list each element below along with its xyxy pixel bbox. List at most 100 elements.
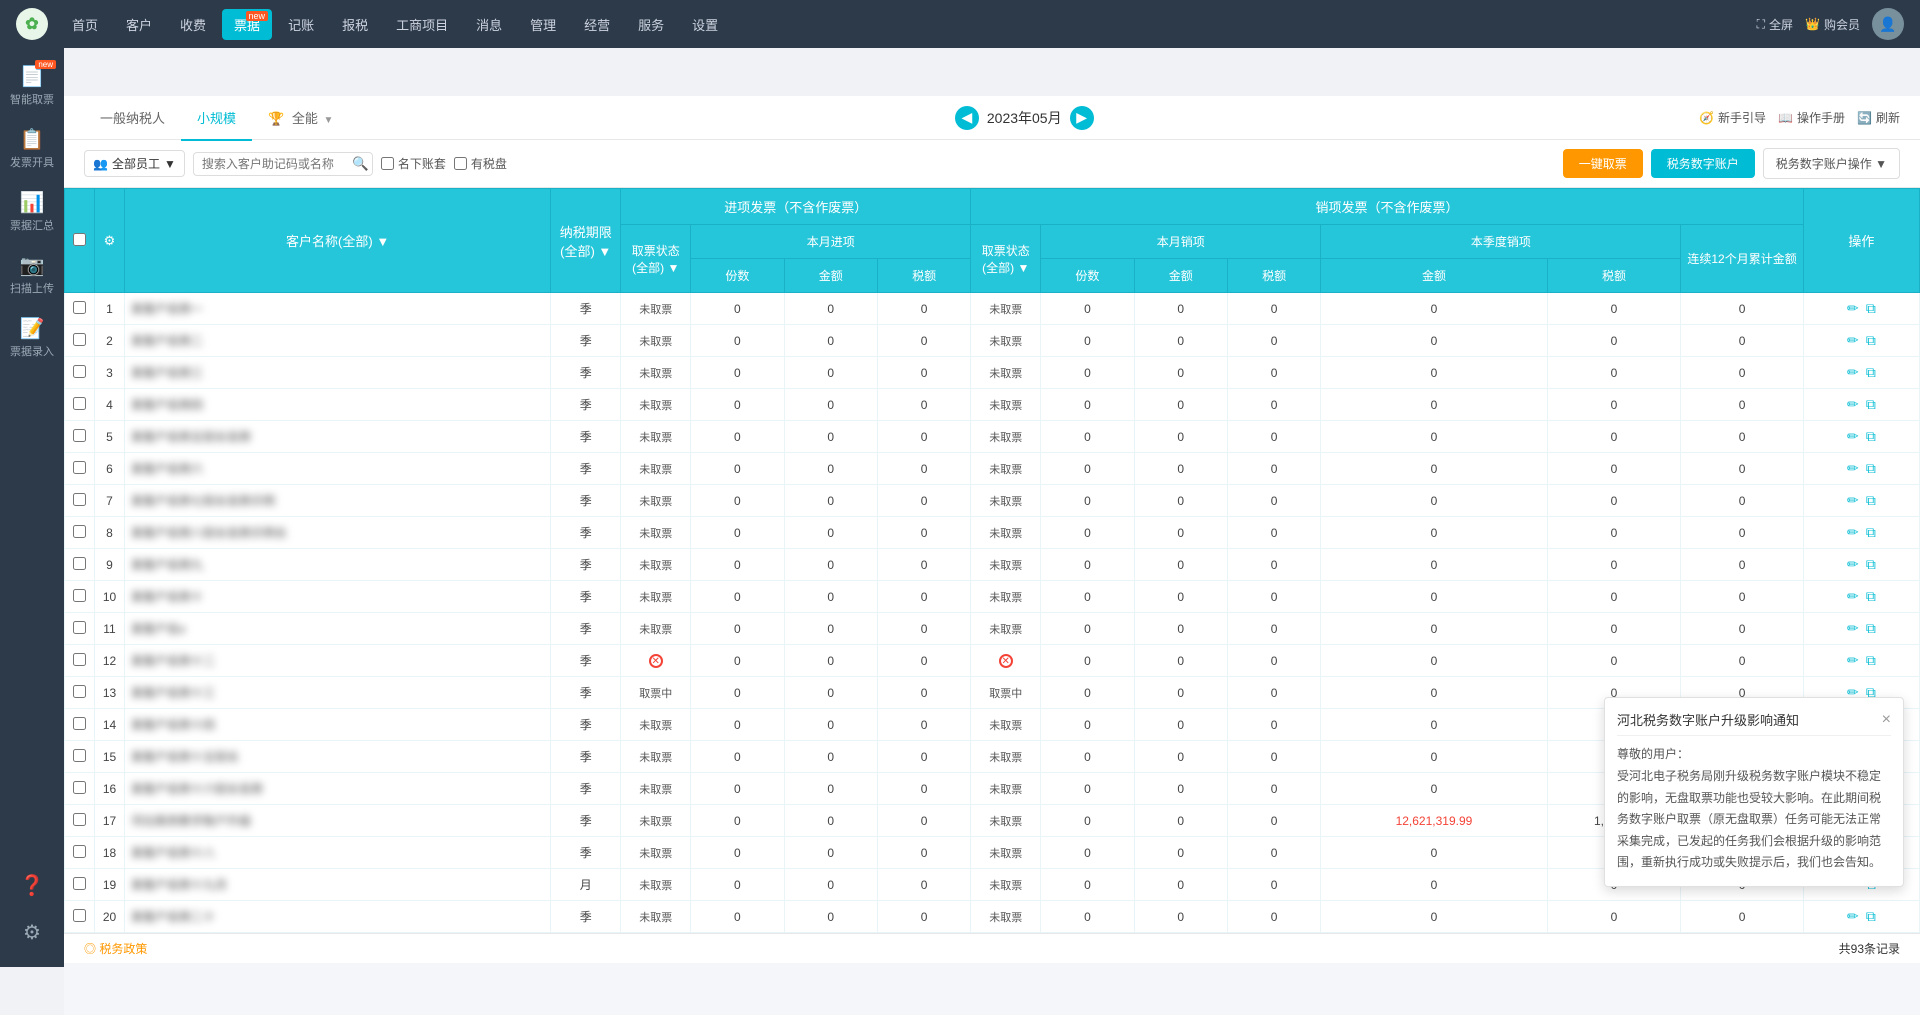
edit-icon[interactable]: ✏ [1847, 460, 1859, 476]
nav-fee[interactable]: 收费 [168, 9, 218, 40]
tax-digital-btn[interactable]: 税务数字账户 [1651, 149, 1755, 178]
out-status-filter-icon[interactable]: ▼ [1017, 261, 1029, 275]
manual-btn[interactable]: 📖 操作手册 [1778, 109, 1845, 126]
row-select[interactable] [73, 845, 86, 858]
tab-all-scale[interactable]: 🏆 全能 ▼ [252, 96, 349, 141]
copy-icon[interactable]: ⧉ [1866, 620, 1876, 636]
member-btn[interactable]: 👑 购会员 [1805, 16, 1860, 33]
row-select[interactable] [73, 685, 86, 698]
row-select[interactable] [73, 717, 86, 730]
row-checkbox[interactable] [65, 325, 95, 357]
tab-general-taxpayer[interactable]: 一般纳税人 [84, 96, 181, 141]
nav-invoice[interactable]: 票据 new [222, 9, 272, 40]
copy-icon[interactable]: ⧉ [1866, 396, 1876, 412]
row-checkbox[interactable] [65, 773, 95, 805]
sidebar-item-config[interactable]: ⚙ [4, 912, 60, 955]
edit-icon[interactable]: ✏ [1847, 524, 1859, 540]
sidebar-item-scan-upload[interactable]: 📷 扫描上传 [4, 245, 60, 304]
row-checkbox[interactable] [65, 837, 95, 869]
copy-icon[interactable]: ⧉ [1866, 492, 1876, 508]
nav-tax[interactable]: 报税 [330, 9, 380, 40]
nav-manage[interactable]: 管理 [518, 9, 568, 40]
row-checkbox[interactable] [65, 805, 95, 837]
row-checkbox[interactable] [65, 613, 95, 645]
copy-icon[interactable]: ⧉ [1866, 908, 1876, 924]
row-checkbox[interactable] [65, 709, 95, 741]
row-select[interactable] [73, 333, 86, 346]
row-checkbox[interactable] [65, 581, 95, 613]
nav-message[interactable]: 消息 [464, 9, 514, 40]
row-select[interactable] [73, 429, 86, 442]
row-select[interactable] [73, 781, 86, 794]
row-select[interactable] [73, 365, 86, 378]
tab-small-scale[interactable]: 小规模 [181, 96, 252, 141]
period-filter-icon[interactable]: ▼ [598, 244, 611, 259]
nav-operation[interactable]: 经营 [572, 9, 622, 40]
ledger-checkbox[interactable] [381, 157, 394, 170]
ledger-filter[interactable]: 名下账套 [381, 155, 446, 172]
nav-service[interactable]: 服务 [626, 9, 676, 40]
copy-icon[interactable]: ⧉ [1866, 652, 1876, 668]
row-checkbox[interactable] [65, 677, 95, 709]
row-select[interactable] [73, 653, 86, 666]
edit-icon[interactable]: ✏ [1847, 364, 1859, 380]
row-checkbox[interactable] [65, 741, 95, 773]
row-checkbox[interactable] [65, 421, 95, 453]
edit-icon[interactable]: ✏ [1847, 652, 1859, 668]
edit-icon[interactable]: ✏ [1847, 588, 1859, 604]
tax-disk-checkbox[interactable] [454, 157, 467, 170]
one-click-btn[interactable]: 一键取票 [1563, 149, 1643, 178]
notification-close-btn[interactable]: × [1882, 711, 1891, 729]
copy-icon[interactable]: ⧉ [1866, 524, 1876, 540]
sidebar-item-smart-invoice[interactable]: 📄 智能取票 new [4, 56, 60, 115]
search-button[interactable]: 🔍 [352, 156, 369, 172]
staff-select[interactable]: 👥 全部员工 ▼ [84, 150, 185, 177]
nav-business[interactable]: 工商项目 [384, 9, 460, 40]
settings-icon[interactable]: ⚙ [104, 233, 116, 248]
edit-icon[interactable]: ✏ [1847, 300, 1859, 316]
edit-icon[interactable]: ✏ [1847, 428, 1859, 444]
row-checkbox[interactable] [65, 549, 95, 581]
row-select[interactable] [73, 909, 86, 922]
row-select[interactable] [73, 749, 86, 762]
nav-settings[interactable]: 设置 [680, 9, 730, 40]
row-select[interactable] [73, 589, 86, 602]
row-select[interactable] [73, 557, 86, 570]
copy-icon[interactable]: ⧉ [1866, 332, 1876, 348]
row-select[interactable] [73, 813, 86, 826]
row-checkbox[interactable] [65, 485, 95, 517]
row-select[interactable] [73, 493, 86, 506]
sidebar-item-invoice-entry[interactable]: 📝 票据录入 [4, 308, 60, 367]
q-amount-link[interactable]: 12,621,319.99 [1396, 814, 1473, 828]
row-checkbox[interactable] [65, 869, 95, 901]
row-select[interactable] [73, 621, 86, 634]
sidebar-item-open-invoice[interactable]: 📋 发票开具 [4, 119, 60, 178]
row-checkbox[interactable] [65, 517, 95, 549]
user-avatar[interactable]: 👤 [1872, 8, 1904, 40]
row-checkbox[interactable] [65, 389, 95, 421]
row-select[interactable] [73, 397, 86, 410]
fullscreen-btn[interactable]: ⛶ 全屏 [1757, 16, 1793, 33]
tax-disk-filter[interactable]: 有税盘 [454, 155, 507, 172]
row-checkbox[interactable] [65, 901, 95, 933]
copy-icon[interactable]: ⧉ [1866, 588, 1876, 604]
edit-icon[interactable]: ✏ [1847, 620, 1859, 636]
row-select[interactable] [73, 301, 86, 314]
copy-icon[interactable]: ⧉ [1866, 300, 1876, 316]
row-select[interactable] [73, 877, 86, 890]
nav-customer[interactable]: 客户 [114, 9, 164, 40]
prev-month-btn[interactable]: ◀ [955, 106, 979, 130]
row-checkbox[interactable] [65, 293, 95, 325]
search-input[interactable] [193, 152, 373, 176]
copy-icon[interactable]: ⧉ [1866, 428, 1876, 444]
row-checkbox[interactable] [65, 453, 95, 485]
customer-filter-icon[interactable]: ▼ [376, 234, 389, 249]
row-select[interactable] [73, 461, 86, 474]
tax-policy-link[interactable]: ◎ 税务政策 [84, 940, 147, 957]
edit-icon[interactable]: ✏ [1847, 908, 1859, 924]
nav-bookkeeping[interactable]: 记账 [276, 9, 326, 40]
edit-icon[interactable]: ✏ [1847, 556, 1859, 572]
copy-icon[interactable]: ⧉ [1866, 556, 1876, 572]
select-all-checkbox[interactable] [73, 233, 86, 246]
edit-icon[interactable]: ✏ [1847, 492, 1859, 508]
